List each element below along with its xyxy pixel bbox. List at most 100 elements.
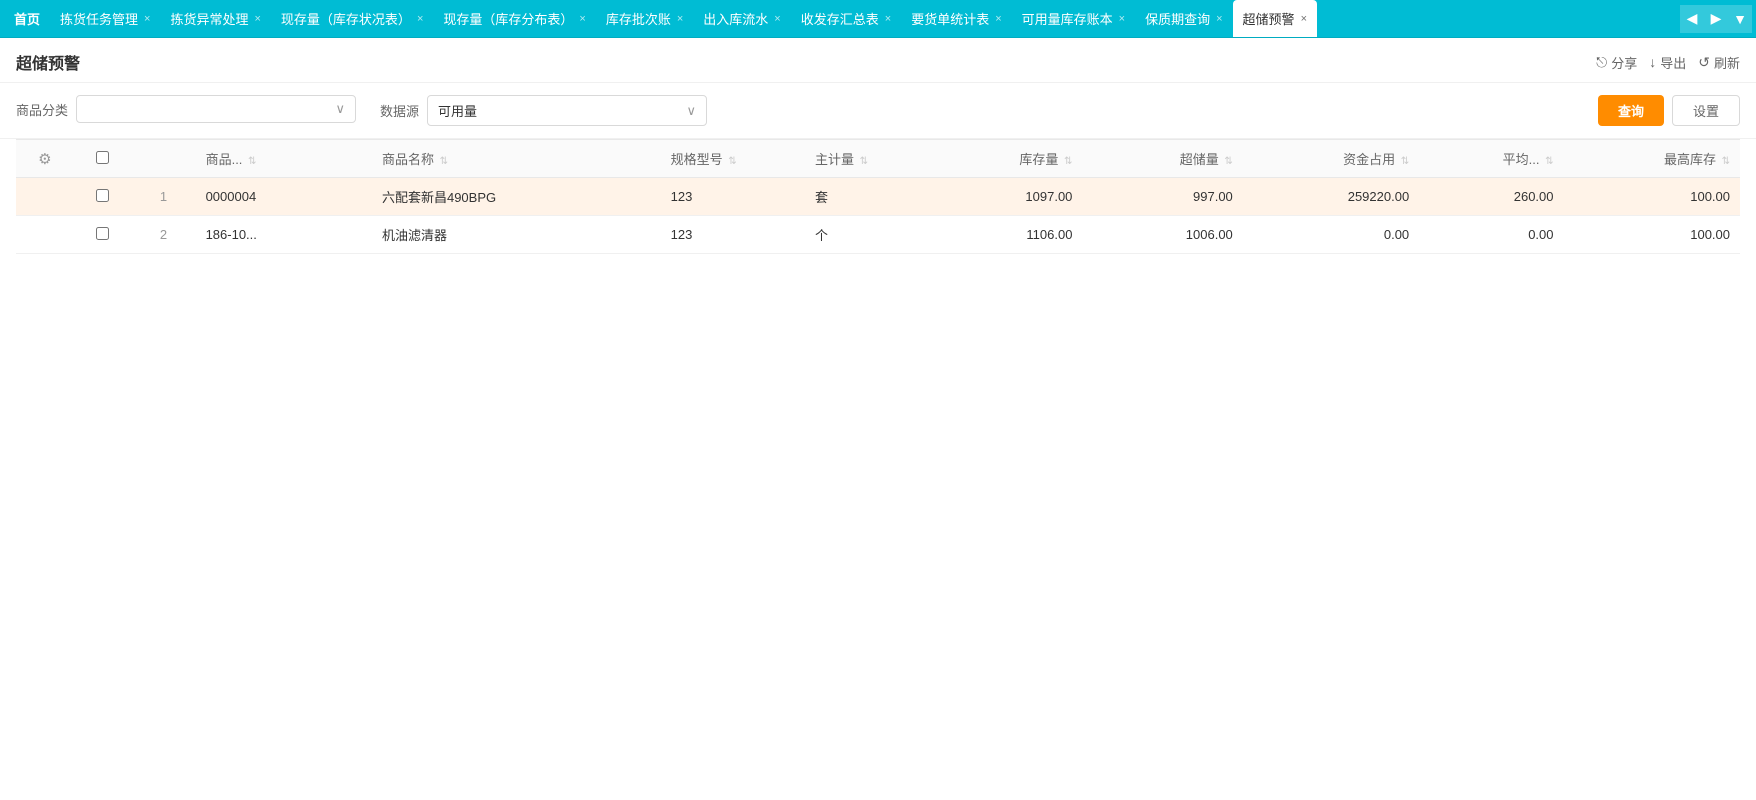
row-avg: 260.00 xyxy=(1419,178,1563,216)
nav-inventory-status[interactable]: 现存量（库存状况表） × xyxy=(271,0,433,38)
sort-icon: ⇅ xyxy=(1545,156,1553,167)
datasource-select-value: 可用量 xyxy=(438,101,477,120)
nav-refine-task[interactable]: 拣货任务管理 × xyxy=(50,0,160,38)
nav-inventory-batch[interactable]: 库存批次账 × xyxy=(596,0,693,38)
share-action[interactable]: ⎋ 分享 xyxy=(1596,53,1637,72)
nav-available-ledger[interactable]: 可用量库存账本 × xyxy=(1012,0,1135,38)
export-action[interactable]: ↓ 导出 xyxy=(1649,53,1686,72)
row-name: 机油滤清器 xyxy=(372,216,661,254)
category-filter-group: 商品分类 ∨ xyxy=(16,95,356,123)
settings-button[interactable]: 设置 xyxy=(1672,95,1740,126)
chevron-down-icon: ∨ xyxy=(687,103,697,119)
nav-arrow-left[interactable]: ◀ xyxy=(1680,5,1704,33)
nav-quality-check[interactable]: 保质期查询 × xyxy=(1135,0,1232,38)
th-checkbox xyxy=(74,140,132,178)
export-icon: ↓ xyxy=(1649,54,1656,70)
th-capital[interactable]: 资金占用 ⇅ xyxy=(1243,140,1419,178)
close-icon[interactable]: × xyxy=(1301,13,1307,25)
datasource-select[interactable]: 可用量 ∨ xyxy=(427,95,707,126)
page-title: 超储预警 xyxy=(16,50,80,74)
select-all-checkbox[interactable] xyxy=(96,151,109,164)
category-label: 商品分类 xyxy=(16,100,68,119)
row-checkbox[interactable] xyxy=(96,189,109,202)
gear-icon[interactable]: ⚙ xyxy=(38,151,51,168)
row-checkbox[interactable] xyxy=(96,227,109,240)
row-capital: 0.00 xyxy=(1243,216,1419,254)
row-unit: 个 xyxy=(805,216,922,254)
th-spec[interactable]: 规格型号 ⇅ xyxy=(661,140,805,178)
row-spec: 123 xyxy=(661,216,805,254)
th-over[interactable]: 超储量 ⇅ xyxy=(1082,140,1242,178)
nav-inventory-dist[interactable]: 现存量（库存分布表） × xyxy=(433,0,595,38)
th-sku[interactable]: 商品... ⇅ xyxy=(196,140,372,178)
nav-arrows: ◀ ▶ ▼ xyxy=(1680,5,1752,33)
page-header: 超储预警 ⎋ 分享 ↓ 导出 ↺ 刷新 xyxy=(0,38,1756,83)
header-actions: ⎋ 分享 ↓ 导出 ↺ 刷新 xyxy=(1596,53,1740,72)
close-icon[interactable]: × xyxy=(1216,13,1222,25)
row-capital: 259220.00 xyxy=(1243,178,1419,216)
datasource-filter-group: 数据源 可用量 ∨ xyxy=(380,95,707,126)
top-navigation: 首页 拣货任务管理 × 拣货异常处理 × 现存量（库存状况表） × 现存量（库存… xyxy=(0,0,1756,38)
th-index xyxy=(131,140,195,178)
close-icon[interactable]: × xyxy=(579,13,585,25)
row-settings-cell xyxy=(16,178,74,216)
row-index: 2 xyxy=(131,216,195,254)
row-sku: 186-10... xyxy=(196,216,372,254)
sort-icon: ⇅ xyxy=(440,156,448,167)
th-stock[interactable]: 库存量 ⇅ xyxy=(922,140,1082,178)
datasource-label: 数据源 xyxy=(380,101,419,120)
row-over: 1006.00 xyxy=(1082,216,1242,254)
table-container: ⚙ 商品... ⇅ 商品名称 ⇅ 规格型号 xyxy=(0,139,1756,254)
main-table: ⚙ 商品... ⇅ 商品名称 ⇅ 规格型号 xyxy=(16,139,1740,254)
row-avg: 0.00 xyxy=(1419,216,1563,254)
th-settings: ⚙ xyxy=(16,140,74,178)
sort-icon: ⇅ xyxy=(860,156,868,167)
nav-refine-abnormal[interactable]: 拣货异常处理 × xyxy=(160,0,270,38)
close-icon[interactable]: × xyxy=(774,13,780,25)
row-settings-cell xyxy=(16,216,74,254)
sort-icon: ⇅ xyxy=(728,156,736,167)
nav-order-stat[interactable]: 要货单统计表 × xyxy=(901,0,1011,38)
th-name[interactable]: 商品名称 ⇅ xyxy=(372,140,661,178)
close-icon[interactable]: × xyxy=(885,13,891,25)
page-content: 超储预警 ⎋ 分享 ↓ 导出 ↺ 刷新 商品分类 ∨ 数据源 xyxy=(0,38,1756,800)
row-name: 六配套新昌490BPG xyxy=(372,178,661,216)
refresh-icon: ↺ xyxy=(1698,54,1710,71)
row-checkbox-cell xyxy=(74,216,132,254)
th-maxstock[interactable]: 最高库存 ⇅ xyxy=(1564,140,1741,178)
table-body: 1 0000004 六配套新昌490BPG 123 套 1097.00 997.… xyxy=(16,178,1740,254)
table-header-row: ⚙ 商品... ⇅ 商品名称 ⇅ 规格型号 xyxy=(16,140,1740,178)
close-icon[interactable]: × xyxy=(995,13,1001,25)
row-unit: 套 xyxy=(805,178,922,216)
row-stock: 1097.00 xyxy=(922,178,1082,216)
row-stock: 1106.00 xyxy=(922,216,1082,254)
sort-icon: ⇅ xyxy=(1401,156,1409,167)
table-row: 2 186-10... 机油滤清器 123 个 1106.00 1006.00 … xyxy=(16,216,1740,254)
nav-collect-summary[interactable]: 收发存汇总表 × xyxy=(791,0,901,38)
share-icon: ⎋ xyxy=(1596,54,1607,71)
row-spec: 123 xyxy=(661,178,805,216)
table-row: 1 0000004 六配套新昌490BPG 123 套 1097.00 997.… xyxy=(16,178,1740,216)
sort-icon: ⇅ xyxy=(1224,156,1232,167)
query-button[interactable]: 查询 xyxy=(1598,95,1664,126)
row-sku: 0000004 xyxy=(196,178,372,216)
row-over: 997.00 xyxy=(1082,178,1242,216)
th-avg[interactable]: 平均... ⇅ xyxy=(1419,140,1563,178)
nav-home[interactable]: 首页 xyxy=(4,0,50,38)
nav-arrow-right[interactable]: ▶ xyxy=(1704,5,1728,33)
chevron-down-icon: ∨ xyxy=(336,101,346,117)
row-checkbox-cell xyxy=(74,178,132,216)
th-unit[interactable]: 主计量 ⇅ xyxy=(805,140,922,178)
row-maxstock: 100.00 xyxy=(1564,216,1741,254)
nav-arrow-more[interactable]: ▼ xyxy=(1728,5,1752,33)
close-icon[interactable]: × xyxy=(677,13,683,25)
close-icon[interactable]: × xyxy=(417,13,423,25)
close-icon[interactable]: × xyxy=(144,13,150,25)
refresh-action[interactable]: ↺ 刷新 xyxy=(1698,53,1740,72)
nav-over-storage[interactable]: 超储预警 × xyxy=(1233,0,1317,38)
sort-icon: ⇅ xyxy=(1064,156,1072,167)
close-icon[interactable]: × xyxy=(1119,13,1125,25)
category-select[interactable]: ∨ xyxy=(76,95,356,123)
nav-inout-flow[interactable]: 出入库流水 × xyxy=(693,0,790,38)
close-icon[interactable]: × xyxy=(254,13,260,25)
